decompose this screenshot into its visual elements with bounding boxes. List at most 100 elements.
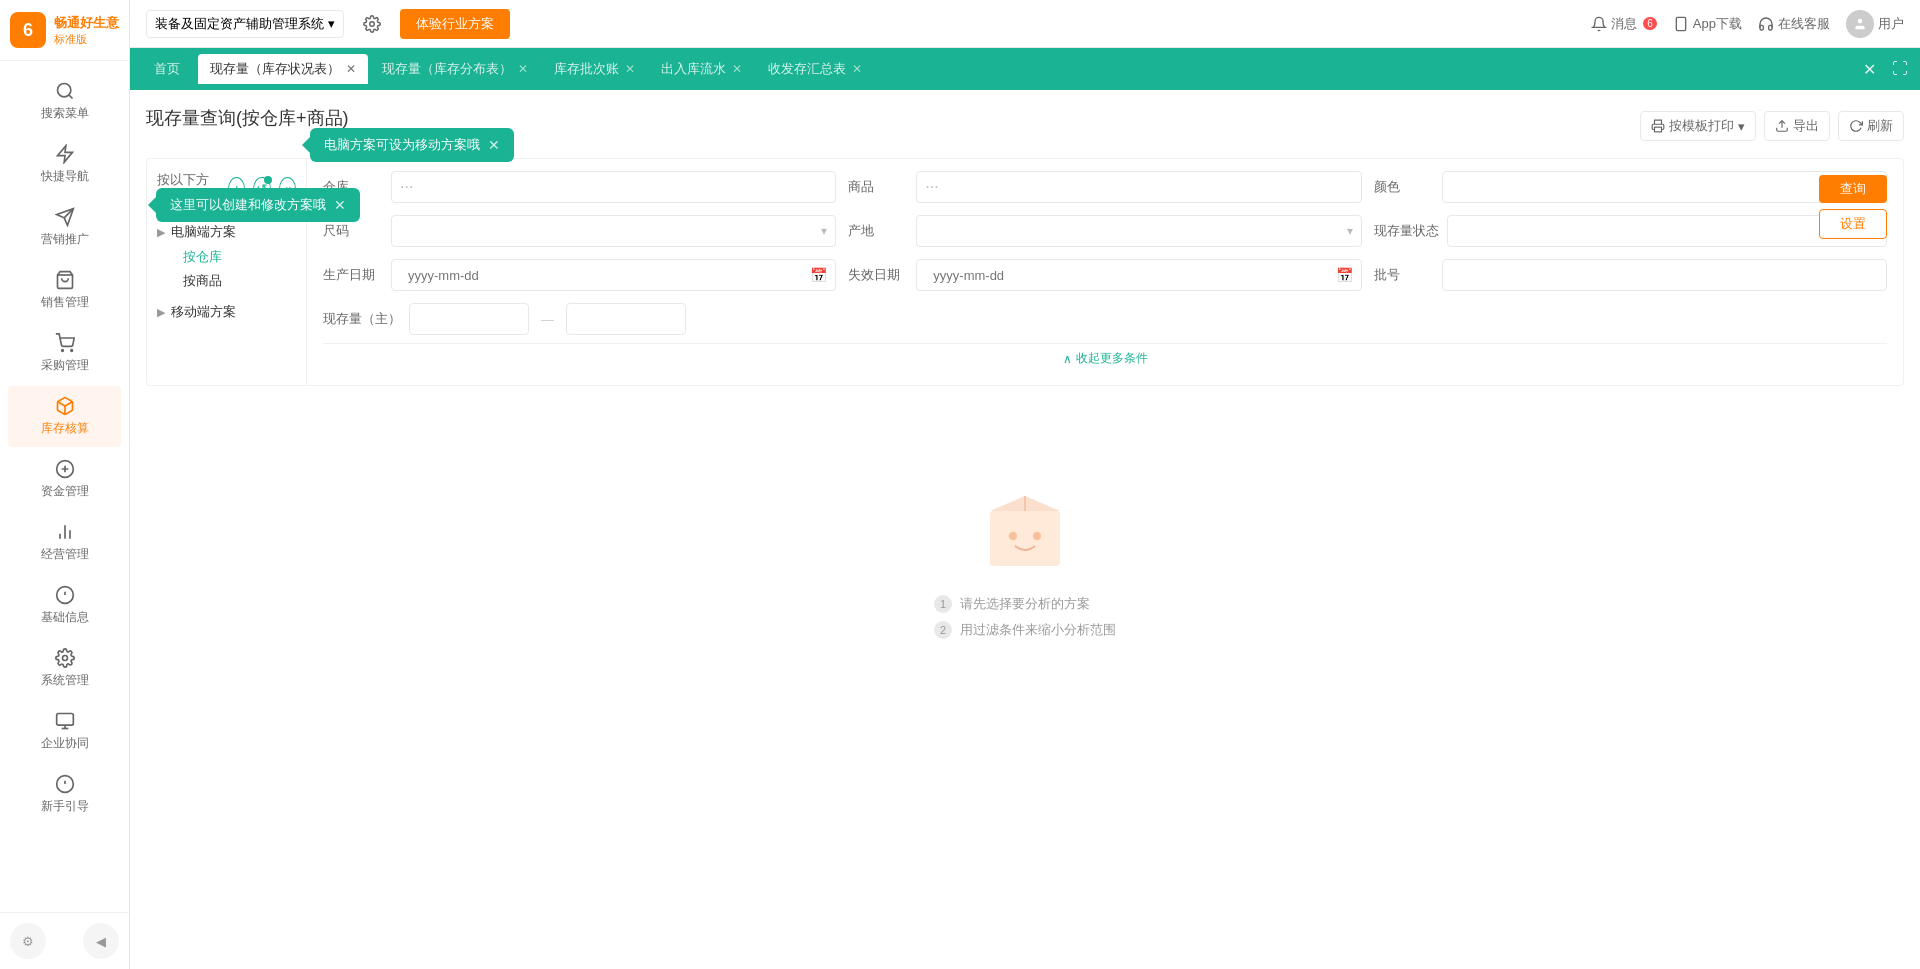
- tab-inout-flow[interactable]: 出入库流水 ✕: [649, 54, 754, 84]
- inventory-main-to[interactable]: [566, 303, 686, 335]
- chevron-down-icon: ▾: [328, 16, 335, 31]
- scheme-group-mobile-header[interactable]: ▶ 移动端方案: [157, 299, 296, 325]
- svg-point-26: [1009, 532, 1017, 540]
- sidebar-bottom: ⚙ ◀: [0, 912, 129, 969]
- logo-icon: 6: [10, 12, 46, 48]
- svg-point-4: [70, 350, 72, 352]
- svg-rect-19: [1676, 17, 1685, 30]
- tab-close-inout-flow[interactable]: ✕: [732, 62, 742, 76]
- calendar-icon: 📅: [810, 267, 827, 283]
- shopping-icon: [55, 270, 75, 290]
- chart-icon: [55, 522, 75, 542]
- logo-text: 畅通好生意 标准版: [54, 14, 119, 47]
- sidebar-item-marketing[interactable]: 营销推广: [8, 197, 121, 258]
- scheme-group-pc: ▶ 电脑端方案 按仓库 按商品: [157, 219, 296, 293]
- cart-icon: [55, 333, 75, 353]
- tab-close-inventory-dist[interactable]: ✕: [518, 62, 528, 76]
- size-filter: 尺码 ▾: [323, 215, 836, 247]
- sidebar-collapse-btn[interactable]: ◀: [83, 923, 119, 959]
- warehouse-input[interactable]: ···: [391, 171, 836, 203]
- sidebar-item-finance[interactable]: 资金管理: [8, 449, 121, 510]
- empty-state: 1 请先选择要分析的方案 2 用过滤条件来缩小分析范围: [146, 386, 1904, 719]
- chevron-up-icon: ∧: [1063, 352, 1072, 366]
- svg-point-0: [57, 84, 70, 97]
- origin-input[interactable]: ▾: [916, 215, 1361, 247]
- filter-fields: 仓库 ··· 商品 ··· 颜色: [307, 159, 1903, 385]
- filter-row-4: 现存量（主） —: [323, 303, 1887, 335]
- collapse-bar[interactable]: ∧ 收起更多条件: [323, 343, 1887, 373]
- print-btn[interactable]: 按模板打印 ▾: [1640, 111, 1756, 141]
- svg-point-3: [61, 350, 63, 352]
- tab-collection-summary[interactable]: 收发存汇总表 ✕: [756, 54, 874, 84]
- setup-btn[interactable]: 设置: [1819, 209, 1887, 239]
- notification-btn[interactable]: 消息 6: [1591, 15, 1657, 33]
- tooltip-edit-close[interactable]: ✕: [334, 197, 346, 213]
- production-date-input[interactable]: 📅: [391, 259, 836, 291]
- tab-batch-ledger[interactable]: 库存批次账 ✕: [542, 54, 647, 84]
- guide-icon: [55, 774, 75, 794]
- empty-step-1: 1 请先选择要分析的方案: [934, 595, 1116, 613]
- production-date-field[interactable]: [400, 259, 810, 291]
- tab-close-all-btn[interactable]: ✕: [1859, 56, 1880, 83]
- online-support-btn[interactable]: 在线客服: [1758, 15, 1830, 33]
- header-left: 装备及固定资产辅助管理系统 ▾ 体验行业方案: [146, 8, 510, 40]
- inventory-status-filter: 现存量状态 ▾: [1374, 215, 1887, 247]
- tab-inventory-dist[interactable]: 现存量（库存分布表） ✕: [370, 54, 540, 84]
- query-btn[interactable]: 查询: [1819, 175, 1887, 203]
- sidebar-item-basic[interactable]: 基础信息: [8, 575, 121, 636]
- tooltip-pc-close[interactable]: ✕: [488, 137, 500, 153]
- sidebar-item-guide[interactable]: 新手引导: [8, 764, 121, 825]
- product-filter: 商品 ···: [848, 171, 1361, 203]
- scheme-item-product[interactable]: 按商品: [177, 269, 296, 293]
- header-settings-btn[interactable]: [356, 8, 388, 40]
- system-name-selector[interactable]: 装备及固定资产辅助管理系统 ▾: [146, 10, 344, 38]
- user-profile-btn[interactable]: 用户: [1846, 10, 1904, 38]
- gear-icon: [363, 15, 381, 33]
- sidebar-item-purchase[interactable]: 采购管理: [8, 323, 121, 384]
- sidebar-item-quicknav[interactable]: 快捷导航: [8, 134, 121, 195]
- production-date-filter: 生产日期 📅: [323, 259, 836, 291]
- tab-close-batch-ledger[interactable]: ✕: [625, 62, 635, 76]
- refresh-btn[interactable]: 刷新: [1838, 111, 1904, 141]
- export-btn[interactable]: 导出: [1764, 111, 1830, 141]
- scheme-list: ▶ 电脑端方案 按仓库 按商品: [157, 219, 296, 325]
- tooltip-pc: 电脑方案可设为移动方案哦 ✕: [310, 128, 514, 162]
- product-input[interactable]: ···: [916, 171, 1361, 203]
- expiry-date-filter: 失效日期 📅: [848, 259, 1361, 291]
- scheme-group-pc-header[interactable]: ▶ 电脑端方案: [157, 219, 296, 245]
- tabs-bar: 首页 现存量（库存状况表） ✕ 现存量（库存分布表） ✕ 库存批次账 ✕ 出入库…: [130, 48, 1920, 90]
- empty-step-2: 2 用过滤条件来缩小分析范围: [934, 621, 1116, 639]
- sidebar-item-system[interactable]: 系统管理: [8, 638, 121, 699]
- inventory-main-from[interactable]: [409, 303, 529, 335]
- refresh-icon: [1849, 119, 1863, 133]
- sidebar-item-inventory[interactable]: 库存核算: [8, 386, 121, 447]
- sidebar-item-operations[interactable]: 经营管理: [8, 512, 121, 573]
- sidebar-settings-btn[interactable]: ⚙: [10, 923, 46, 959]
- filter-row-2: 尺码 ▾ 产地 ▾ 现存量状态: [323, 215, 1887, 247]
- scheme-item-warehouse[interactable]: 按仓库: [177, 245, 296, 269]
- sidebar-item-enterprise[interactable]: 企业协同: [8, 701, 121, 762]
- expiry-date-input[interactable]: 📅: [916, 259, 1361, 291]
- expiry-date-field[interactable]: [925, 259, 1335, 291]
- sidebar-item-sales[interactable]: 销售管理: [8, 260, 121, 321]
- tab-inventory-status[interactable]: 现存量（库存状况表） ✕: [198, 54, 368, 84]
- logo-area: 6 畅通好生意 标准版: [0, 0, 129, 61]
- tab-home[interactable]: 首页: [138, 54, 196, 84]
- svg-point-18: [370, 21, 375, 26]
- tab-fullscreen-btn[interactable]: ⛶: [1888, 56, 1912, 82]
- header-actions: 按模板打印 ▾ 导出 刷新: [1640, 111, 1904, 141]
- tab-close-inventory-status[interactable]: ✕: [346, 62, 356, 76]
- tab-close-collection-summary[interactable]: ✕: [852, 62, 862, 76]
- batch-input[interactable]: [1442, 259, 1887, 291]
- batch-filter: 批号: [1374, 259, 1887, 291]
- tabs-right-controls: ✕ ⛶: [1859, 56, 1912, 83]
- export-icon: [1775, 119, 1789, 133]
- svg-point-21: [1858, 18, 1863, 23]
- sidebar-item-search[interactable]: 搜索菜单: [8, 71, 121, 132]
- trial-industry-btn[interactable]: 体验行业方案: [400, 9, 510, 39]
- calendar-icon-2: 📅: [1336, 267, 1353, 283]
- headphone-icon: [1758, 16, 1774, 32]
- scheme-group-mobile: ▶ 移动端方案: [157, 299, 296, 325]
- size-input[interactable]: ▾: [391, 215, 836, 247]
- app-download-btn[interactable]: App下载: [1673, 15, 1742, 33]
